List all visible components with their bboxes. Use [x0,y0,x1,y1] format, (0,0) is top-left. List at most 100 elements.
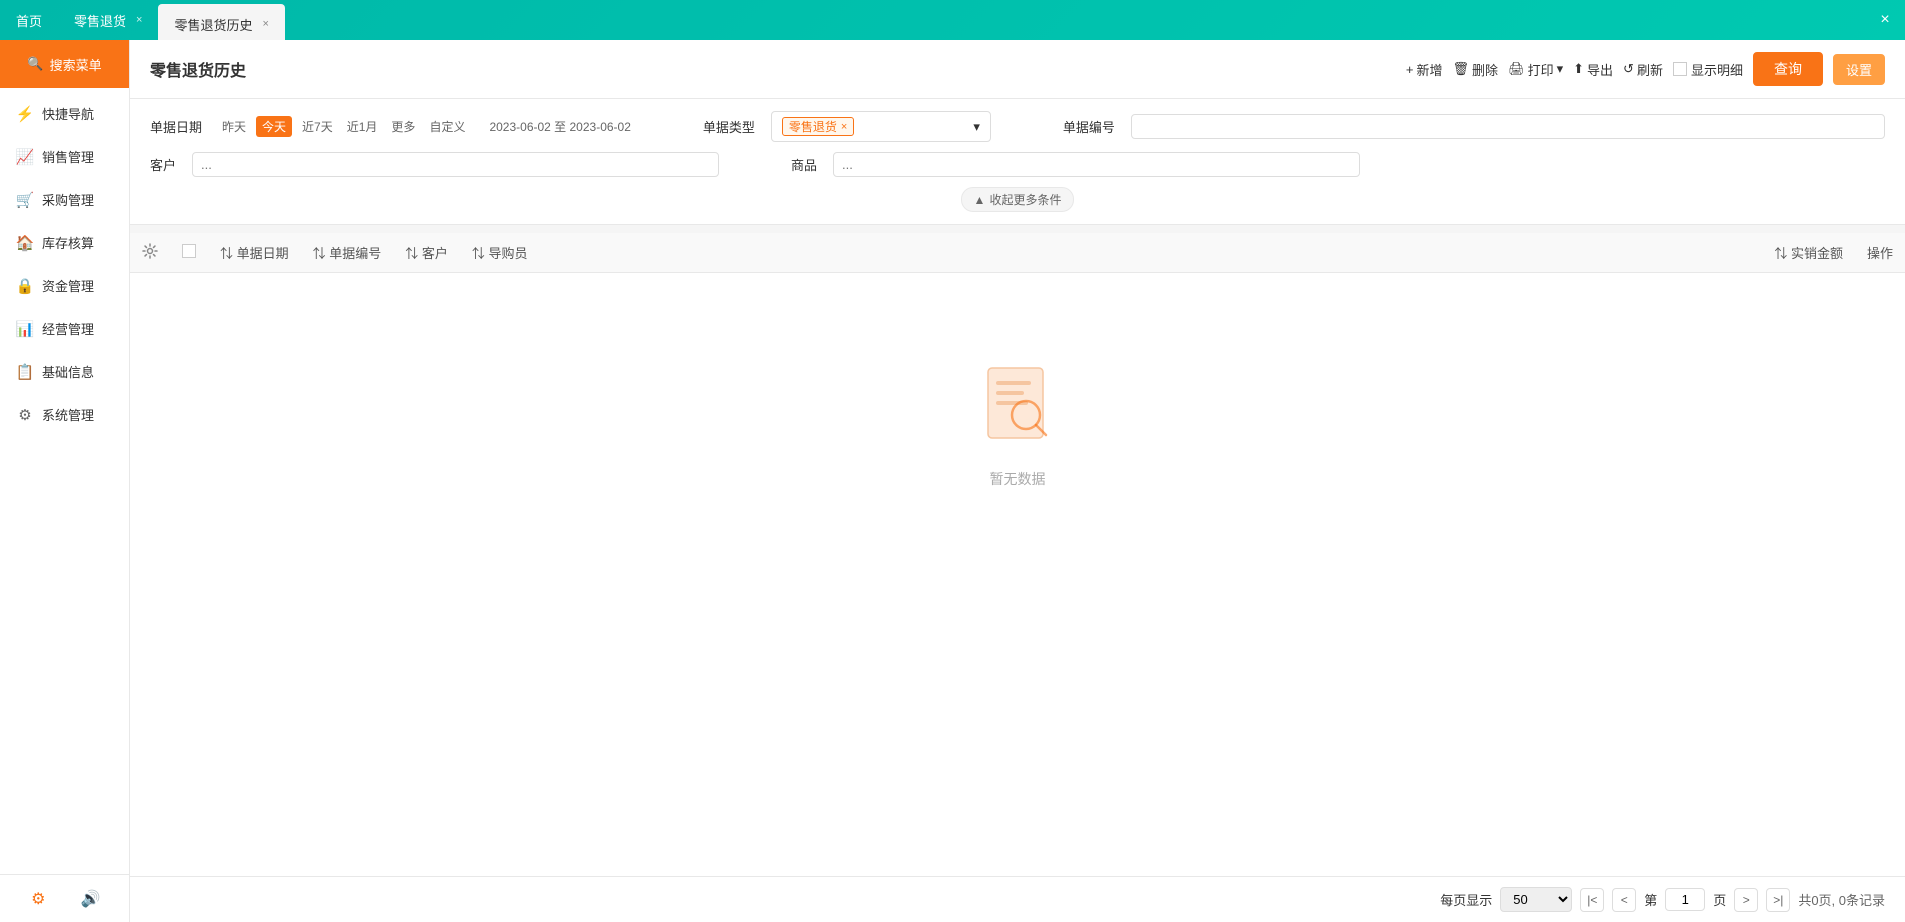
th-spacer [540,233,1763,273]
doc-type-label: 单据类型 [703,117,755,136]
print-button[interactable]: 🖨 打印 ▾ [1508,60,1563,79]
filter-collapse: ▲ 收起更多条件 [150,187,1885,212]
table-area: ⇅ 单据日期 ⇅ 单据编号 ⇅ 客户 ⇅ 导购员 ⇅ [130,233,1905,876]
sidebar-item-sales-mgmt[interactable]: 📈 销售管理 [0,135,129,178]
filter-area: 单据日期 昨天 今天 近7天 近1月 更多 自定义 2023-06-02 至 2… [130,99,1905,225]
doc-number-input[interactable] [1131,114,1885,139]
th-doc-no[interactable]: ⇅ 单据编号 [301,233,394,273]
delete-button[interactable]: 🗑 删除 [1453,60,1499,79]
th-actions: 操作 [1855,233,1905,273]
th-settings[interactable] [130,233,170,273]
page-size-select[interactable]: 10 20 50 100 [1500,887,1572,912]
tab-return-history-close[interactable]: × [262,18,268,30]
sidebar-item-label: 资金管理 [42,276,94,295]
inventory-icon: 🏠 [16,234,34,252]
sidebar-item-sys-mgmt[interactable]: ⚙ 系统管理 [0,393,129,436]
export-label: 导出 [1587,60,1613,79]
new-label: 新增 [1417,60,1443,79]
print-icon: 🖨 [1508,61,1525,77]
main-layout: 🔍 搜索菜单 ⚡ 快捷导航 📈 销售管理 🛒 采购管理 🏠 库存核算 🔒 [0,40,1905,922]
date-option-custom[interactable]: 自定义 [425,116,469,137]
tab-return-history-label: 零售退货历史 [174,15,252,34]
page-next-button[interactable]: > [1734,888,1758,912]
doc-type-tag-label: 零售退货 [789,118,837,135]
data-table: ⇅ 单据日期 ⇅ 单据编号 ⇅ 客户 ⇅ 导购员 ⇅ [130,233,1905,273]
print-label: 打印 [1528,60,1554,79]
th-actions-label: 操作 [1867,246,1893,261]
doc-type-dropdown-icon: ▾ [973,119,980,135]
doc-type-tag: 零售退货 × [782,117,854,136]
delete-icon: 🗑 [1453,61,1470,77]
refresh-label: 刷新 [1637,60,1663,79]
th-checkbox[interactable] [170,233,208,273]
sidebar-search[interactable]: 🔍 搜索菜单 [0,40,129,88]
collapse-icon: ▲ [974,193,986,207]
purchase-mgmt-icon: 🛒 [16,191,34,209]
date-option-more[interactable]: 更多 [387,116,419,137]
page-first-button[interactable]: |< [1580,888,1604,912]
th-doc-date[interactable]: ⇅ 单据日期 [208,233,301,273]
settings-icon [142,243,158,259]
page-prev-button[interactable]: < [1612,888,1636,912]
sidebar-item-label: 基础信息 [42,362,94,381]
tab-return-close[interactable]: × [136,14,142,26]
sidebar-item-label: 库存核算 [42,233,94,252]
tab-return[interactable]: 零售退货 × [58,0,158,40]
sidebar-item-basic-info[interactable]: 📋 基础信息 [0,350,129,393]
filter-row-2: 客户 商品 [150,152,1885,177]
goods-input[interactable] [833,152,1360,177]
query-label: 查询 [1774,59,1802,79]
display-toggle[interactable]: 显示明细 [1673,60,1743,79]
table-header-row: ⇅ 单据日期 ⇅ 单据编号 ⇅ 客户 ⇅ 导购员 ⇅ [130,233,1905,273]
select-all-checkbox[interactable] [182,244,196,258]
date-label: 单据日期 [150,117,202,136]
doc-type-select[interactable]: 零售退货 × ▾ [771,111,991,142]
settings-button[interactable]: 设置 [1833,54,1885,85]
sidebar-item-label: 采购管理 [42,190,94,209]
sidebar-item-purchase-mgmt[interactable]: 🛒 采购管理 [0,178,129,221]
page-title: 零售退货历史 [150,57,246,81]
page-number-input[interactable] [1665,888,1705,911]
date-option-yesterday[interactable]: 昨天 [218,116,250,137]
empty-state: 暂无数据 [130,273,1905,569]
page-last-button[interactable]: >| [1766,888,1790,912]
customer-input[interactable] [192,152,719,177]
sidebar-item-finance[interactable]: 🔒 资金管理 [0,264,129,307]
settings-bottom-icon[interactable]: ⚙ [23,884,53,914]
refresh-icon: ↺ [1623,61,1634,77]
window-close-button[interactable]: × [1865,0,1905,40]
display-checkbox[interactable] [1673,62,1687,76]
tab-return-label: 零售退货 [74,11,126,30]
refresh-button[interactable]: ↺ 刷新 [1623,60,1663,79]
filter-row-1: 单据日期 昨天 今天 近7天 近1月 更多 自定义 2023-06-02 至 2… [150,111,1885,142]
doc-type-tag-close[interactable]: × [841,121,847,133]
sidebar-search-label: 搜索菜单 [50,55,102,74]
th-customer[interactable]: ⇅ 客户 [393,233,460,273]
tab-return-history[interactable]: 零售退货历史 × [158,4,284,44]
export-button[interactable]: ⬆ 导出 [1573,60,1613,79]
page-label: 第 [1644,890,1657,909]
collapse-button[interactable]: ▲ 收起更多条件 [961,187,1075,212]
quick-nav-icon: ⚡ [16,105,34,123]
search-icon: 🔍 [27,56,43,72]
finance-icon: 🔒 [16,277,34,295]
new-button[interactable]: + 新增 [1406,60,1443,79]
th-guide[interactable]: ⇅ 导购员 [460,233,540,273]
sidebar-item-label: 系统管理 [42,405,94,424]
operations-icon: 📊 [16,320,34,338]
total-info: 共0页, 0条记录 [1798,890,1885,909]
display-toggle-label: 显示明细 [1691,60,1743,79]
tab-home[interactable]: 首页 [0,0,58,40]
date-option-today[interactable]: 今天 [256,116,292,137]
volume-bottom-icon[interactable]: 🔊 [76,884,106,914]
date-option-7days[interactable]: 近7天 [298,116,337,137]
sidebar-item-operations[interactable]: 📊 经营管理 [0,307,129,350]
new-icon: + [1406,62,1414,77]
sidebar-item-inventory[interactable]: 🏠 库存核算 [0,221,129,264]
sidebar-item-quick-nav[interactable]: ⚡ 快捷导航 [0,92,129,135]
date-option-1month[interactable]: 近1月 [343,116,382,137]
th-amount[interactable]: ⇅ 实销金额 [1762,233,1855,273]
pagination-area: 每页显示 10 20 50 100 |< < 第 页 > >| 共0页, 0条记… [130,876,1905,922]
basic-info-icon: 📋 [16,363,34,381]
query-button[interactable]: 查询 [1753,52,1823,86]
